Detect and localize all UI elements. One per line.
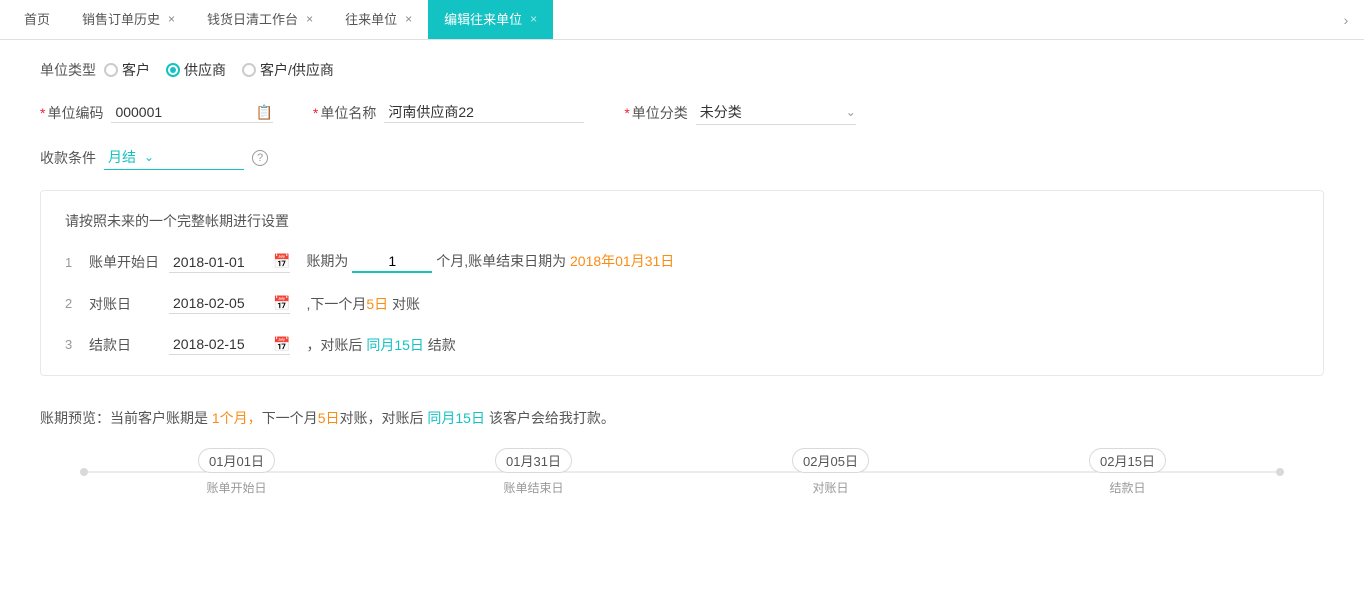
unit-code-icon[interactable]: 📋 <box>255 104 272 121</box>
radio-both[interactable]: 客户/供应商 <box>242 60 334 80</box>
unit-name-input[interactable] <box>384 102 584 123</box>
setting-desc-1: 账期为 个月,账单结束日期为 2018年01月31日 <box>306 251 674 273</box>
period-input[interactable] <box>352 251 432 273</box>
timeline-sublabel-4: 结款日 <box>1109 479 1145 496</box>
setting-date-input-3[interactable] <box>169 334 269 354</box>
unit-name-group: *单位名称 <box>313 102 584 123</box>
unit-code-input[interactable] <box>111 102 251 122</box>
tab-partner-units-label: 往来单位 <box>345 9 397 28</box>
unit-category-value: 未分类 <box>696 100 842 124</box>
tab-sales-order-history-close[interactable]: × <box>168 12 175 26</box>
timeline-label-4: 02月15日 <box>1089 448 1166 473</box>
timeline-label-3: 02月05日 <box>792 448 869 473</box>
setting-row-2: 2 对账日 📅 ,下一个月5日 对账 <box>65 293 1299 314</box>
tab-sales-order-history-label: 销售订单历史 <box>82 9 160 28</box>
unit-code-group: *单位编码 📋 <box>40 102 273 123</box>
setting-date-2: 📅 <box>169 293 290 314</box>
setting-date-3: 📅 <box>169 334 290 355</box>
tab-cash-workbench[interactable]: 钱货日清工作台 × <box>191 0 329 39</box>
setting-label-2: 对账日 <box>89 294 169 314</box>
unit-category-label: *单位分类 <box>624 103 687 123</box>
radio-customer[interactable]: 客户 <box>104 60 150 80</box>
timeline-label-1: 01月01日 <box>198 448 275 473</box>
unit-category-group: *单位分类 未分类 ⌄ <box>624 100 855 125</box>
setting-num-2: 2 <box>65 296 89 311</box>
radio-both-label: 客户/供应商 <box>260 60 334 80</box>
tab-cash-workbench-label: 钱货日清工作台 <box>207 9 298 28</box>
settings-title: 请按照未来的一个完整帐期进行设置 <box>65 211 1299 231</box>
timeline-point-1: 01月01日 账单开始日 <box>198 448 275 496</box>
help-icon[interactable]: ? <box>252 150 268 166</box>
payment-condition-value: 月结 <box>104 145 140 169</box>
unit-type-label: 单位类型 <box>40 60 96 80</box>
timeline-end-dot <box>1276 468 1284 476</box>
radio-customer-circle <box>104 63 118 77</box>
reconcile-day-highlight: 5日 <box>366 296 388 312</box>
unit-category-arrow[interactable]: ⌄ <box>846 105 856 119</box>
tab-edit-partner[interactable]: 编辑往来单位 × <box>428 0 553 39</box>
payment-condition-row: 收款条件 月结 ⌄ ? <box>40 145 1324 170</box>
preview-section: 账期预览：当前客户账期是 1个月，下一个月5日对账，对账后 同月15日 该客户会… <box>40 392 1324 512</box>
unit-code-label: *单位编码 <box>40 103 103 123</box>
payment-condition-group: 收款条件 月结 ⌄ ? <box>40 145 268 170</box>
payment-condition-select[interactable]: 月结 ⌄ <box>104 145 244 170</box>
timeline-sublabel-3: 对账日 <box>812 479 848 496</box>
radio-supplier-label: 供应商 <box>184 60 226 80</box>
tab-home[interactable]: 首页 <box>8 0 66 39</box>
end-date-highlight: 2018年01月31日 <box>570 253 674 269</box>
setting-date-input-1[interactable] <box>169 252 269 272</box>
unit-type-row: 单位类型 客户 供应商 客户/供应商 <box>40 60 1324 80</box>
preview-text: 账期预览：当前客户账期是 1个月，下一个月5日对账，对账后 同月15日 该客户会… <box>40 408 1324 428</box>
unit-type-group: 单位类型 客户 供应商 客户/供应商 <box>40 60 334 80</box>
tab-edit-partner-close[interactable]: × <box>530 12 537 26</box>
setting-row-3: 3 结款日 📅 ，对账后 同月15日 结款 <box>65 334 1299 355</box>
setting-num-1: 1 <box>65 255 89 270</box>
preview-reconcile: 5日 <box>318 410 340 426</box>
timeline-point-4: 02月15日 结款日 <box>1089 448 1166 496</box>
unit-name-label: *单位名称 <box>313 103 376 123</box>
tab-sales-order-history[interactable]: 销售订单历史 × <box>66 0 191 39</box>
tab-partner-units[interactable]: 往来单位 × <box>329 0 428 39</box>
settings-box: 请按照未来的一个完整帐期进行设置 1 账单开始日 📅 账期为 个月,账单结束日期… <box>40 190 1324 376</box>
setting-desc-3: ，对账后 同月15日 结款 <box>306 335 455 355</box>
timeline-label-2: 01月31日 <box>495 448 572 473</box>
setting-label-1: 账单开始日 <box>89 252 169 272</box>
timeline-sublabel-2: 账单结束日 <box>503 479 563 496</box>
setting-label-3: 结款日 <box>89 335 169 355</box>
calendar-icon-1[interactable]: 📅 <box>273 253 290 270</box>
tab-edit-partner-label: 编辑往来单位 <box>444 9 522 28</box>
timeline-start-dot <box>80 468 88 476</box>
setting-num-3: 3 <box>65 337 89 352</box>
tab-cash-workbench-close[interactable]: × <box>306 12 313 26</box>
tab-bar: 首页 销售订单历史 × 钱货日清工作台 × 往来单位 × 编辑往来单位 × › <box>0 0 1364 40</box>
calendar-icon-3[interactable]: 📅 <box>273 336 290 353</box>
calendar-icon-2[interactable]: 📅 <box>273 295 290 312</box>
unit-info-row: *单位编码 📋 *单位名称 *单位分类 未分类 ⌄ <box>40 100 1324 125</box>
timeline-sublabel-1: 账单开始日 <box>206 479 266 496</box>
preview-payment: 同月15日 <box>427 410 485 426</box>
timeline-point-3: 02月05日 对账日 <box>792 448 869 496</box>
timeline: 01月01日 账单开始日 01月31日 账单结束日 02月05日 对账日 02月… <box>40 448 1324 496</box>
payment-day-highlight: 同月15日 <box>366 337 424 353</box>
timeline-points: 01月01日 账单开始日 01月31日 账单结束日 02月05日 对账日 02月… <box>88 448 1276 496</box>
setting-date-1: 📅 <box>169 252 290 273</box>
radio-supplier-circle <box>166 63 180 77</box>
tab-scroll-arrow[interactable]: › <box>1336 0 1356 39</box>
tab-partner-units-close[interactable]: × <box>405 12 412 26</box>
main-content: 单位类型 客户 供应商 客户/供应商 *单位编码 <box>0 40 1364 608</box>
radio-customer-label: 客户 <box>122 60 150 80</box>
unit-code-input-wrapper: 📋 <box>111 102 272 123</box>
unit-category-select[interactable]: 未分类 ⌄ <box>696 100 856 125</box>
radio-supplier[interactable]: 供应商 <box>166 60 226 80</box>
radio-both-circle <box>242 63 256 77</box>
setting-desc-2: ,下一个月5日 对账 <box>306 294 420 314</box>
timeline-point-2: 01月31日 账单结束日 <box>495 448 572 496</box>
payment-condition-label: 收款条件 <box>40 148 96 168</box>
setting-row-1: 1 账单开始日 📅 账期为 个月,账单结束日期为 2018年01月31日 <box>65 251 1299 273</box>
payment-condition-arrow[interactable]: ⌄ <box>144 150 154 164</box>
setting-date-input-2[interactable] <box>169 293 269 313</box>
preview-period: 1个月， <box>212 410 262 426</box>
unit-type-radio-group: 客户 供应商 客户/供应商 <box>104 60 334 80</box>
tab-home-label: 首页 <box>24 9 50 28</box>
